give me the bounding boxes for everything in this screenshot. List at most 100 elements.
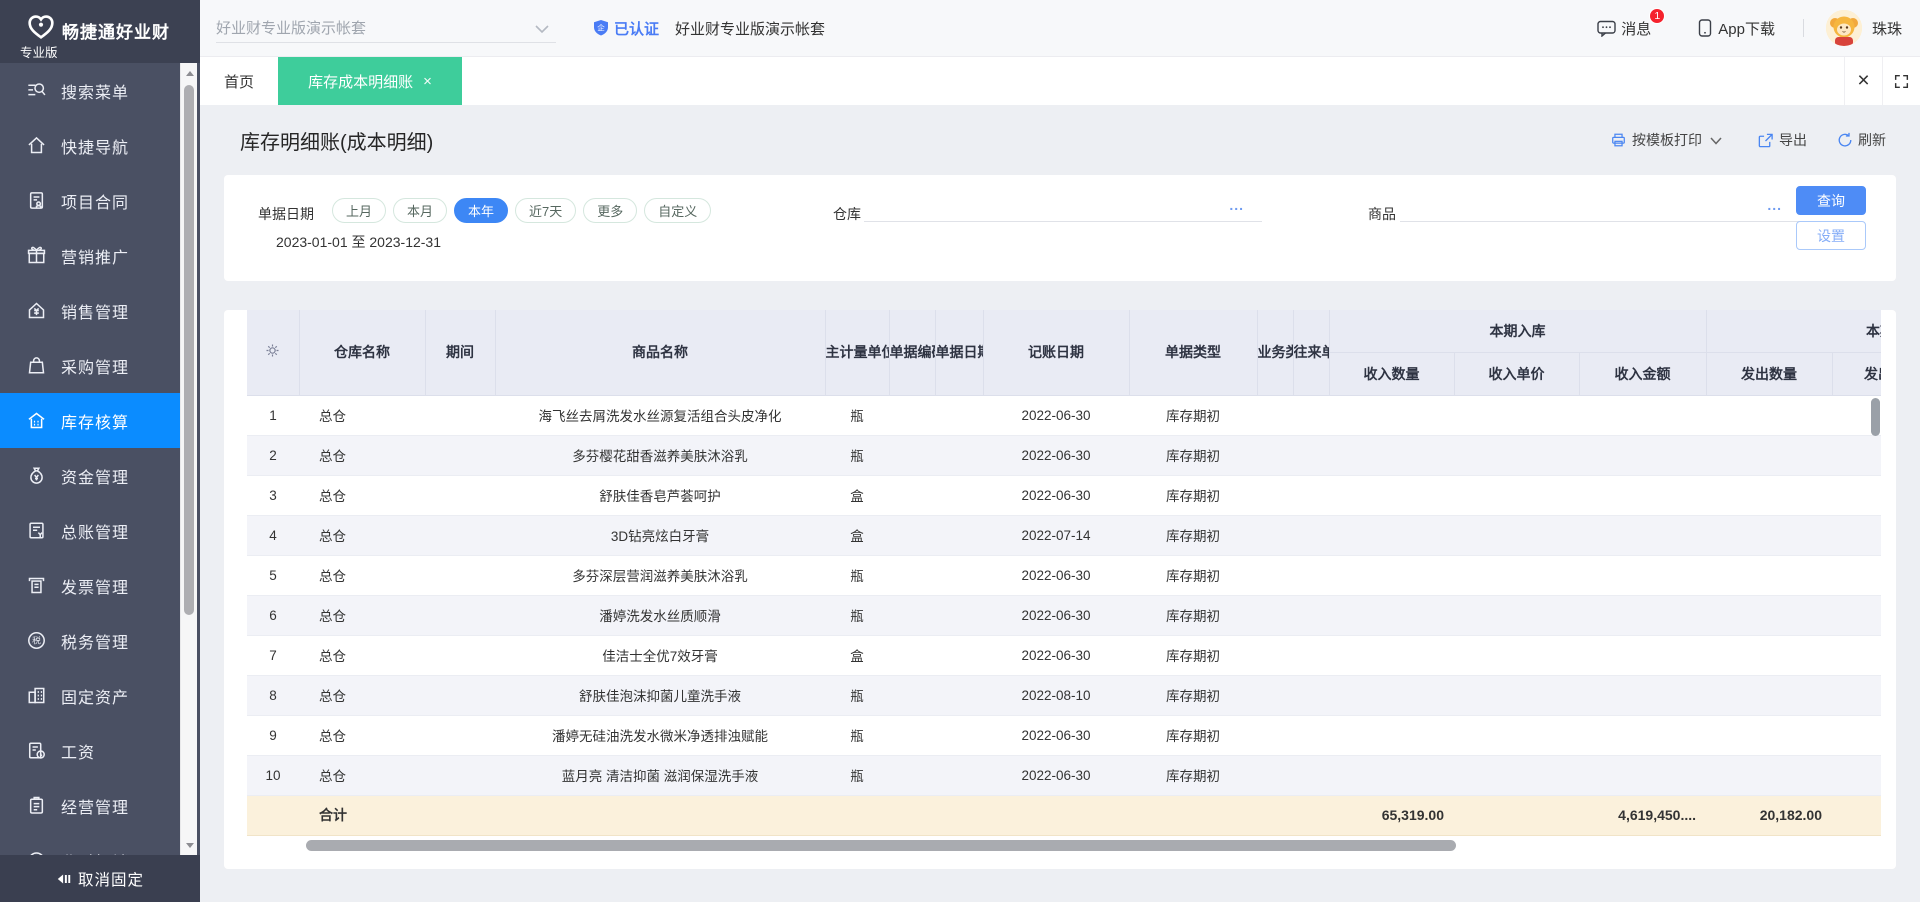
cell: 多芬深层营润滋养美肤沐浴乳 [495, 555, 825, 596]
sidebar-item-经营管理[interactable]: 经营管理 [0, 778, 180, 833]
search-menu-icon [26, 80, 47, 101]
close-button[interactable]: × [1844, 57, 1882, 105]
sidebar-item-营销推广[interactable]: 营销推广 [0, 228, 180, 283]
cell [1579, 715, 1706, 756]
filter-panel: 单据日期 上月 本月 本年 近7天 更多 自定义 2023-01-01 至 2023-12… [224, 175, 1896, 281]
salary-icon [26, 740, 47, 761]
sidebar-scrollbar[interactable] [180, 63, 197, 855]
sidebar-item-搜索菜单[interactable]: 搜索菜单 [0, 63, 180, 118]
app-download-button[interactable]: App下载 [1697, 18, 1775, 39]
column-header-期间[interactable]: 期间 [425, 310, 496, 396]
column-header-收入数量[interactable]: 收入数量 [1329, 352, 1455, 396]
cell [935, 395, 983, 436]
tab-close-icon[interactable]: × [423, 73, 432, 90]
sidebar-item-固定资产[interactable]: 固定资产 [0, 668, 180, 723]
column-header-主计量单位[interactable]: 主计量单位 [825, 310, 890, 396]
sidebar-item-快捷导航[interactable]: 快捷导航 [0, 118, 180, 173]
warehouse-picker-icon[interactable]: ... [1229, 197, 1244, 213]
cell [1129, 795, 1257, 836]
warehouse-input[interactable]: ... [864, 195, 1262, 222]
scroll-up-icon[interactable] [181, 65, 198, 81]
cell: 海飞丝去屑洗发水丝源复活组合头皮净化 [495, 395, 825, 436]
table-row[interactable]: 9 总仓 潘婷无硅油洗发水微米净透排浊赋能瓶 2022-06-30 库存期初 [247, 715, 1881, 756]
sidebar-item-销售管理[interactable]: 销售管理 [0, 283, 180, 338]
sidebar-item-资金管理[interactable]: 资金管理 [0, 448, 180, 503]
table-row[interactable]: 2 总仓 多芬樱花甜香滋养美肤沐浴乳瓶 2022-06-30 库存期初 [247, 435, 1881, 476]
table-row[interactable]: 6 总仓 潘婷洗发水丝质顺滑瓶 2022-06-30 库存期初 [247, 595, 1881, 636]
sidebar-item-发票管理[interactable]: 发票管理 [0, 558, 180, 613]
quick-range-上月[interactable]: 上月 [332, 198, 387, 223]
sidebar-item-税务管理[interactable]: 税 税务管理 [0, 613, 180, 668]
sidebar-item-工资[interactable]: 工资 [0, 723, 180, 778]
sidebar-item-业财报销[interactable]: 业财报销 [0, 833, 180, 855]
column-header-收入单价[interactable]: 收入单价 [1454, 352, 1580, 396]
quick-range-更多[interactable]: 更多 [583, 198, 638, 223]
scroll-down-icon[interactable] [181, 837, 198, 853]
account-select[interactable]: 好业财专业版演示帐套 [216, 13, 556, 43]
product-picker-icon[interactable]: ... [1767, 197, 1782, 213]
sidebar-item-label: 销售管理 [61, 304, 130, 322]
refresh-button[interactable]: 刷新 [1837, 130, 1886, 150]
app-edition: 专业版 [20, 46, 58, 60]
tab-inventory-cost-detail[interactable]: 库存成本明细账 × [278, 57, 462, 105]
messages-button[interactable]: 消息 1 [1597, 7, 1666, 39]
table-row[interactable]: 5 总仓 多芬深层营润滋养美肤沐浴乳瓶 2022-06-30 库存期初 [247, 555, 1881, 596]
cell [1706, 395, 1832, 436]
sidebar-scroll-thumb[interactable] [184, 85, 194, 615]
app-download-label: App下载 [1718, 20, 1775, 38]
username[interactable]: 珠珠 [1872, 18, 1902, 39]
tax-icon: 税 [26, 630, 47, 651]
gear-icon[interactable] [247, 310, 300, 396]
table-row[interactable]: 4 总仓 3D钻亮炫白牙膏盒 2022-07-14 库存期初 [247, 515, 1881, 556]
quick-range-自定义[interactable]: 自定义 [644, 198, 712, 223]
column-header-商品名称[interactable]: 商品名称 [495, 310, 826, 396]
table-vertical-scroll-thumb[interactable] [1871, 398, 1880, 436]
column-header-单据编码[interactable]: 单据编码 [889, 310, 936, 396]
avatar[interactable] [1825, 10, 1862, 46]
cell [1329, 515, 1454, 556]
column-header-记账日期[interactable]: 记账日期 [983, 310, 1130, 396]
sidebar-item-总账管理[interactable]: 总账管理 [0, 503, 180, 558]
column-header-收入金额[interactable]: 收入金额 [1579, 352, 1707, 396]
table-row[interactable]: 3 总仓 舒肤佳香皂芦荟呵护盒 2022-06-30 库存期初 [247, 475, 1881, 516]
cell [495, 795, 825, 836]
cell [889, 395, 935, 436]
product-input[interactable]: ... [1400, 195, 1800, 222]
table-row[interactable]: 10 总仓 蓝月亮 清洁抑菌 滋润保湿洗手液瓶 2022-06-30 库存期初 [247, 755, 1881, 796]
table-horizontal-scrollbar[interactable] [247, 839, 1881, 852]
query-button[interactable]: 查询 [1796, 186, 1866, 215]
cell [983, 795, 1129, 836]
phone-icon [1699, 19, 1712, 37]
table-row[interactable]: 8 总仓 舒肤佳泡沫抑菌儿童洗手液瓶 2022-08-10 库存期初 [247, 675, 1881, 716]
table-row[interactable]: 1 总仓 海飞丝去屑洗发水丝源复活组合头皮净化瓶 2022-06-30 库存期初 [247, 395, 1881, 436]
sidebar-item-库存核算[interactable]: 库存核算 [0, 393, 180, 448]
tab-home[interactable]: 首页 [200, 57, 278, 105]
table-horizontal-scroll-thumb[interactable] [306, 839, 1456, 851]
column-header-单据类型[interactable]: 单据类型 [1129, 310, 1258, 396]
quick-range-本月[interactable]: 本月 [393, 198, 448, 223]
unpin-sidebar-button[interactable]: 取消固定 [0, 855, 200, 902]
cell: 2022-06-30 [983, 715, 1129, 756]
cell [1579, 395, 1706, 436]
column-header-业务类型[interactable]: 业务类型 [1257, 310, 1294, 396]
column-header-单据日期[interactable]: 单据日期 [935, 310, 984, 396]
sidebar-item-采购管理[interactable]: 采购管理 [0, 338, 180, 393]
settings-button[interactable]: 设置 [1796, 221, 1866, 250]
quick-range-本年[interactable]: 本年 [454, 198, 509, 223]
column-header-仓库名称[interactable]: 仓库名称 [299, 310, 426, 396]
print-by-template-button[interactable]: 按模板打印 [1610, 130, 1727, 150]
export-button[interactable]: 导出 [1757, 130, 1807, 150]
column-header-发出单价[interactable]: 发出单价 [1832, 352, 1881, 396]
cell [1257, 795, 1293, 836]
cell [425, 475, 495, 516]
sidebar-item-项目合同[interactable]: 项目合同 [0, 173, 180, 228]
cell [1454, 675, 1579, 716]
chevron-down-icon[interactable] [1710, 132, 1727, 148]
fullscreen-button[interactable] [1882, 57, 1920, 105]
column-header-发出数量[interactable]: 发出数量 [1706, 352, 1833, 396]
table-row[interactable]: 7 总仓 佳洁士全优7效牙膏盒 2022-06-30 库存期初 [247, 635, 1881, 676]
sidebar-item-label: 营销推广 [61, 249, 130, 267]
fullscreen-icon [1894, 74, 1909, 88]
quick-range-近7天[interactable]: 近7天 [515, 198, 577, 223]
column-header-往来单位[interactable]: 往来单位 [1293, 310, 1330, 396]
